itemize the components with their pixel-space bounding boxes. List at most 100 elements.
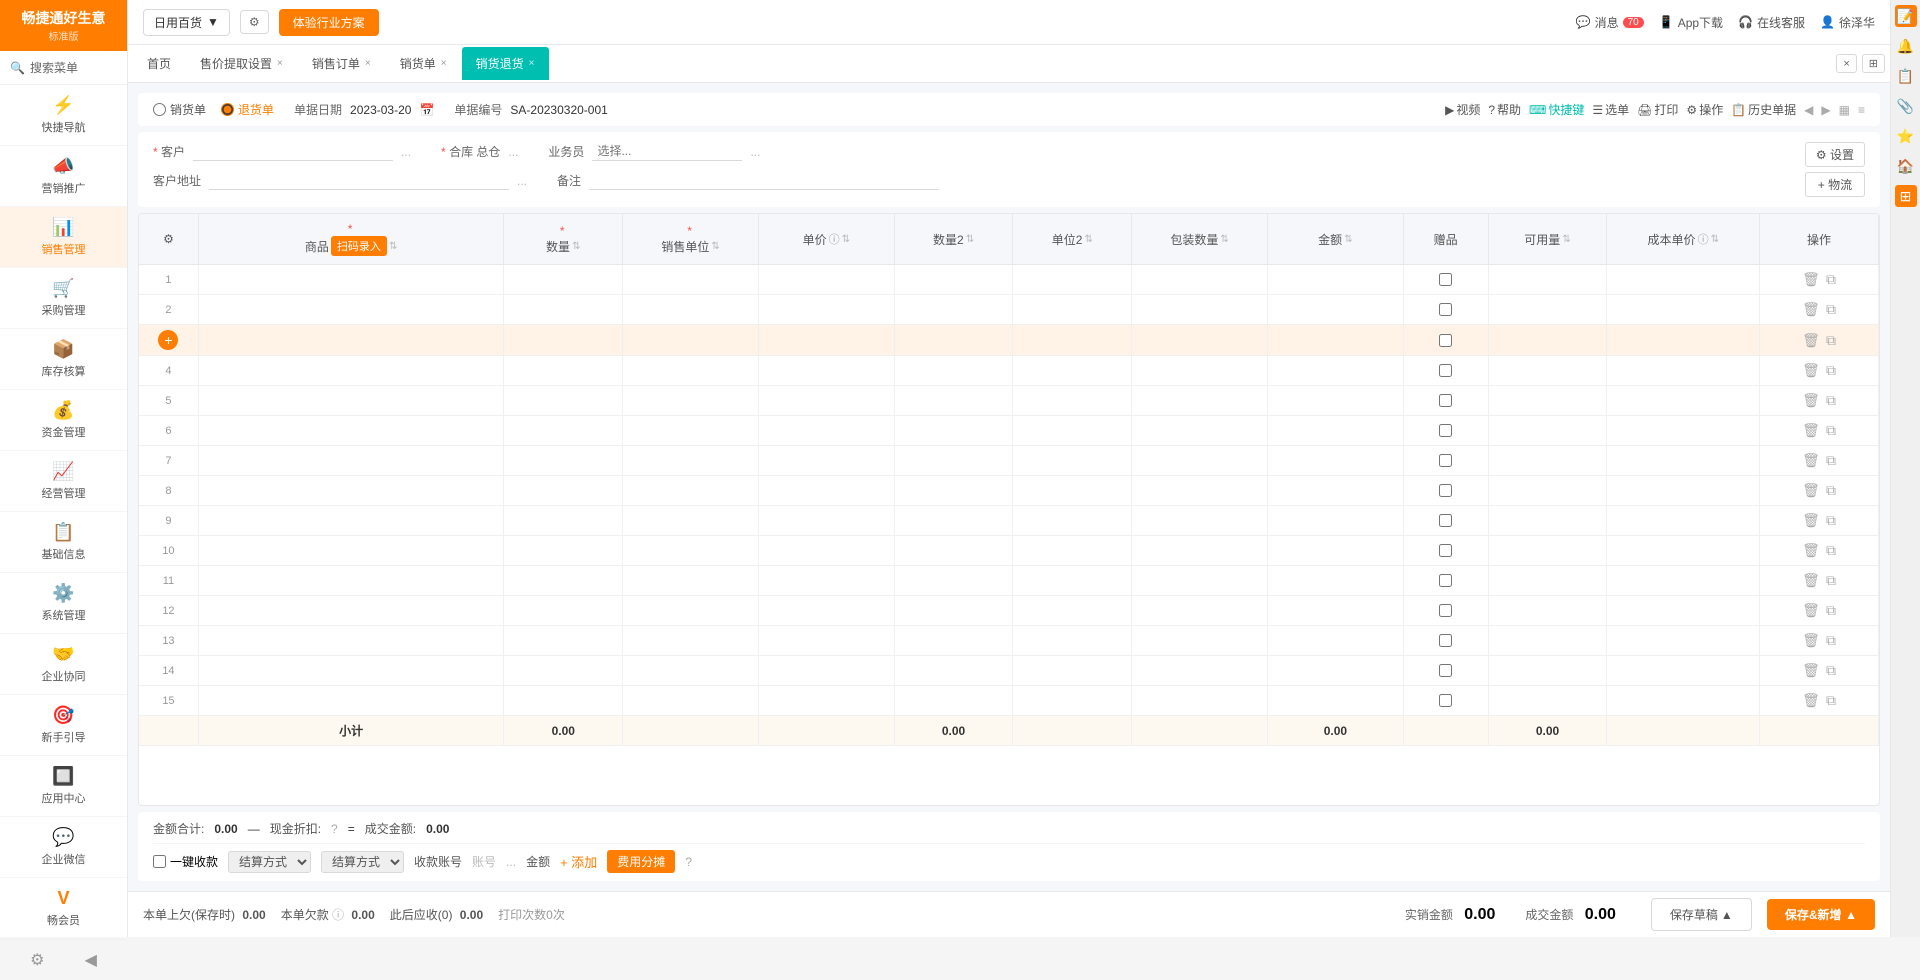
pkg-cell[interactable]: [1132, 265, 1268, 295]
sort-amount-icon[interactable]: ⇅: [1344, 234, 1352, 245]
cost-cell[interactable]: [1607, 325, 1760, 356]
delete-icon[interactable]: 🗑: [1802, 662, 1820, 679]
add-payment-btn[interactable]: + 添加: [560, 852, 597, 871]
delete-icon[interactable]: 🗑: [1802, 632, 1820, 649]
radio-delivery-input[interactable]: [153, 103, 166, 116]
cost-cell[interactable]: [1607, 295, 1760, 325]
customer-input[interactable]: [193, 142, 393, 161]
industry-selector[interactable]: 日用百货 ▼: [143, 9, 230, 36]
amount-cell[interactable]: [1268, 265, 1404, 295]
tab-sales-order[interactable]: 销售订单 ×: [298, 47, 386, 80]
sidebar-item-marketing[interactable]: 📣 营销推广: [0, 146, 127, 207]
right-panel-btn-4[interactable]: 📎: [1895, 95, 1917, 117]
sort-qty2-icon[interactable]: ⇅: [966, 234, 974, 245]
list-view-btn[interactable]: ≡: [1858, 103, 1865, 117]
warehouse-dots[interactable]: ...: [508, 145, 518, 159]
select-doc-btn[interactable]: ☰ 选单: [1592, 101, 1629, 118]
sort-qty-icon[interactable]: ⇅: [572, 241, 580, 252]
right-panel-btn-7[interactable]: ⊞: [1895, 185, 1917, 207]
qty2-cell[interactable]: [894, 265, 1013, 295]
delete-icon[interactable]: 🗑: [1802, 392, 1820, 409]
gift-checkbox[interactable]: [1439, 454, 1452, 467]
radio-return-input[interactable]: [221, 103, 234, 116]
gift-cell[interactable]: [1403, 325, 1488, 356]
price-cell[interactable]: [758, 295, 894, 325]
sidebar-item-system[interactable]: ⚙️ 系统管理: [0, 573, 127, 634]
save-draft-btn[interactable]: 保存草稿 ▲: [1651, 898, 1752, 931]
delete-row-icon[interactable]: 🗑: [1802, 271, 1820, 288]
print-btn[interactable]: 🖨 打印: [1637, 101, 1678, 118]
amount-cell[interactable]: [1268, 325, 1404, 356]
settlement-select[interactable]: 结算方式: [228, 851, 311, 873]
add-row-cell[interactable]: +: [139, 325, 198, 356]
delete-icon[interactable]: 🗑: [1802, 602, 1820, 619]
discount-help-icon[interactable]: ?: [331, 822, 338, 836]
grid-view-btn[interactable]: ▦: [1839, 103, 1850, 117]
address-input[interactable]: [209, 171, 509, 190]
save-new-btn[interactable]: 保存&新增 ▲: [1767, 899, 1875, 930]
unit2-cell[interactable]: [1013, 295, 1132, 325]
copy-icon[interactable]: ⧉: [1826, 422, 1836, 439]
unit-cell[interactable]: [623, 265, 759, 295]
sort-price-icon[interactable]: ⇅: [842, 234, 850, 245]
remark-input[interactable]: [589, 171, 939, 190]
gift-checkbox[interactable]: [1439, 694, 1452, 707]
gift-checkbox[interactable]: [1439, 334, 1452, 347]
gift-checkbox[interactable]: [1439, 544, 1452, 557]
avail-cell[interactable]: [1488, 295, 1607, 325]
price-cell[interactable]: [758, 265, 894, 295]
copy-row-icon[interactable]: ⧉: [1826, 332, 1836, 349]
unit-cell[interactable]: [623, 325, 759, 356]
tab-price-setting[interactable]: 售价提取设置 ×: [186, 47, 298, 80]
delete-icon[interactable]: 🗑: [1802, 362, 1820, 379]
right-panel-btn-2[interactable]: 🔔: [1895, 35, 1917, 57]
tab-close-icon[interactable]: ×: [277, 58, 283, 69]
right-panel-btn-1[interactable]: 📝: [1895, 5, 1917, 27]
sidebar-item-shortcuts[interactable]: ⚡ 快捷导航: [0, 85, 127, 146]
gift-checkbox[interactable]: [1439, 273, 1452, 286]
copy-icon[interactable]: ⧉: [1826, 692, 1836, 709]
delete-icon[interactable]: 🗑: [1802, 512, 1820, 529]
right-panel-btn-5[interactable]: ⭐: [1895, 125, 1917, 147]
account-dots[interactable]: ...: [506, 855, 516, 869]
salesperson-dots[interactable]: ...: [750, 145, 760, 159]
fee-split-btn[interactable]: 费用分摊: [607, 850, 675, 873]
app-download-btn[interactable]: 📱 App下载: [1659, 14, 1723, 31]
tab-sales-return[interactable]: 销货退货 ×: [462, 47, 550, 80]
sidebar-item-wechat[interactable]: 💬 企业微信: [0, 817, 127, 878]
settings-bottom-icon[interactable]: ⚙: [30, 950, 44, 970]
tab-home[interactable]: 首页: [133, 47, 186, 80]
one-click-checkbox[interactable]: [153, 855, 166, 868]
video-btn[interactable]: ▶ 视频: [1445, 101, 1480, 118]
gift-checkbox[interactable]: [1439, 484, 1452, 497]
radio-delivery[interactable]: 销货单: [153, 101, 206, 118]
help-btn[interactable]: ? 帮助: [1488, 101, 1521, 118]
prev-doc-icon[interactable]: ◀: [1804, 103, 1813, 117]
user-menu[interactable]: 👤 徐泽华: [1820, 14, 1875, 31]
copy-icon[interactable]: ⧉: [1826, 662, 1836, 679]
expand-tabs-btn[interactable]: ⊞: [1862, 54, 1885, 73]
gift-checkbox[interactable]: [1439, 574, 1452, 587]
sidebar-item-apps[interactable]: 🔲 应用中心: [0, 756, 127, 817]
try-industry-btn[interactable]: 体验行业方案: [279, 9, 379, 36]
copy-icon[interactable]: ⧉: [1826, 452, 1836, 469]
qty2-cell[interactable]: [894, 295, 1013, 325]
radio-return[interactable]: 退货单: [221, 101, 274, 118]
sidebar-item-inventory[interactable]: 📦 库存核算: [0, 329, 127, 390]
topbar-gear-btn[interactable]: ⚙: [240, 10, 269, 34]
tab-close-icon[interactable]: ×: [441, 58, 447, 69]
avail-cell[interactable]: [1488, 325, 1607, 356]
one-click-payment[interactable]: 一键收款: [153, 853, 218, 870]
calc-method-select[interactable]: 结算方式: [321, 851, 404, 873]
next-doc-icon[interactable]: ▶: [1821, 103, 1830, 117]
close-all-tabs-btn[interactable]: ×: [1836, 54, 1856, 73]
salesperson-input[interactable]: [592, 142, 742, 161]
copy-row-icon[interactable]: ⧉: [1826, 271, 1836, 288]
tab-close-icon[interactable]: ×: [365, 58, 371, 69]
copy-icon[interactable]: ⧉: [1826, 512, 1836, 529]
delete-icon[interactable]: 🗑: [1802, 542, 1820, 559]
gift-checkbox[interactable]: [1439, 664, 1452, 677]
tab-sales-delivery[interactable]: 销货单 ×: [386, 47, 462, 80]
gift-cell[interactable]: [1403, 295, 1488, 325]
fee-help-icon[interactable]: ?: [685, 855, 692, 869]
